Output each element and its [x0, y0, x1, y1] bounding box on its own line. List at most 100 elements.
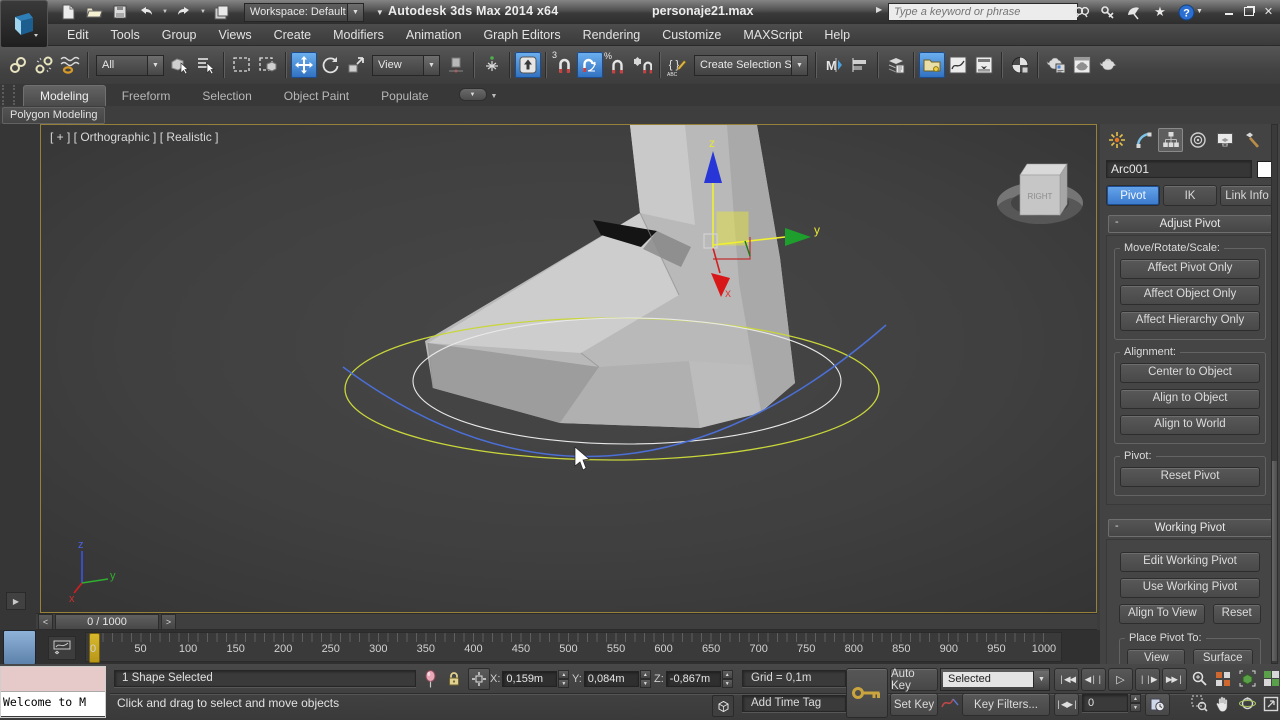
- center-to-object-button[interactable]: Center to Object: [1120, 363, 1260, 383]
- time-slider[interactable]: < 0 / 1000 >: [36, 613, 1097, 630]
- menu-item[interactable]: Modifiers: [322, 28, 395, 42]
- working-pivot-rollout-header[interactable]: - Working Pivot: [1108, 519, 1272, 537]
- subscription-key-icon[interactable]: [1098, 3, 1118, 21]
- menu-item[interactable]: Help: [813, 28, 861, 42]
- rollout-collapse-icon[interactable]: -: [1115, 216, 1119, 228]
- align-to-view-button[interactable]: Align To View: [1119, 604, 1206, 624]
- workspace-flyout-icon[interactable]: ▼: [376, 8, 384, 17]
- snaps-toggle-icon[interactable]: 3: [551, 50, 577, 78]
- listener-macro-row[interactable]: [1, 667, 105, 692]
- x-spinner[interactable]: ▲ ▼: [558, 670, 570, 688]
- maxscript-mini-listener[interactable]: Welcome to M: [0, 666, 106, 718]
- place-pivot-view-button[interactable]: View: [1127, 649, 1186, 664]
- ribbon-minimize-icon[interactable]: ▼: [458, 88, 487, 101]
- affect-object-only-button[interactable]: Affect Object Only: [1120, 285, 1260, 305]
- project-folder-icon[interactable]: [212, 3, 232, 21]
- maximize-viewport-toggle-icon[interactable]: [1260, 693, 1280, 714]
- add-time-tag-field[interactable]: Add Time Tag: [742, 695, 846, 712]
- infocenter-expand-icon[interactable]: ▶: [876, 5, 882, 14]
- redo-icon[interactable]: [174, 3, 194, 21]
- curve-editor-icon[interactable]: [945, 52, 971, 78]
- window-crossing-icon[interactable]: [255, 52, 281, 78]
- auto-key-button[interactable]: Auto Key: [890, 668, 938, 692]
- material-editor-icon[interactable]: [1007, 52, 1033, 78]
- select-object-icon[interactable]: [167, 52, 193, 78]
- menu-item[interactable]: Views: [207, 28, 262, 42]
- time-configuration-icon[interactable]: [1145, 693, 1170, 716]
- workspace-selector[interactable]: Workspace: Default ▼: [243, 2, 364, 22]
- set-keys-button[interactable]: [846, 668, 888, 718]
- viewport[interactable]: z y x RIGHT z y x [ + ] [ Orthographic ]…: [40, 124, 1097, 613]
- play-animation-icon[interactable]: ▷: [1108, 668, 1133, 691]
- mirror-icon[interactable]: M: [821, 52, 847, 78]
- gizmo-zy-plane-handle[interactable]: [716, 211, 749, 246]
- select-and-move-icon[interactable]: [291, 52, 317, 78]
- key-step-mode-icon[interactable]: ❘◀▶❘: [1054, 693, 1079, 716]
- ribbon-tab-selection[interactable]: Selection: [186, 86, 267, 106]
- use-working-pivot-button[interactable]: Use Working Pivot: [1120, 578, 1260, 598]
- timeline-ruler[interactable]: 0 50 100 150 200 250 300 350 400 450 500 550 600 650 7…: [85, 632, 1062, 663]
- render-setup-icon[interactable]: [1043, 52, 1069, 78]
- selection-lock-icon[interactable]: [444, 669, 464, 689]
- menu-item[interactable]: Tools: [100, 28, 151, 42]
- motion-tab-icon[interactable]: [1185, 128, 1210, 152]
- angle-snap-toggle-icon[interactable]: [577, 52, 603, 78]
- percent-snap-toggle-icon[interactable]: %: [603, 51, 629, 78]
- time-slider-handle[interactable]: 0 / 1000: [55, 613, 159, 630]
- z-spinner[interactable]: ▲ ▼: [721, 670, 733, 688]
- align-icon[interactable]: [847, 52, 873, 78]
- rectangular-selection-region-icon[interactable]: [229, 52, 255, 78]
- undo-dropdown-icon[interactable]: ▼: [162, 9, 168, 15]
- viewcube-top-face[interactable]: [1019, 163, 1068, 176]
- isolate-pin-icon[interactable]: [420, 669, 440, 689]
- next-frame-icon[interactable]: >: [161, 613, 176, 630]
- affect-pivot-only-button[interactable]: Affect Pivot Only: [1120, 259, 1260, 279]
- key-filters-button[interactable]: Key Filters...: [962, 693, 1050, 716]
- app-logo[interactable]: [0, 0, 48, 48]
- save-file-icon[interactable]: [110, 3, 130, 21]
- listener-corner-button[interactable]: [3, 630, 36, 665]
- ribbon-tab-populate[interactable]: Populate: [365, 86, 444, 106]
- menu-item[interactable]: Graph Editors: [472, 28, 571, 42]
- favorites-star-icon[interactable]: ★: [1150, 3, 1170, 21]
- next-frame-step-icon[interactable]: ❘❘▶: [1135, 668, 1160, 691]
- pan-hand-icon[interactable]: [1212, 693, 1234, 714]
- utilities-tab-icon[interactable]: [1239, 128, 1264, 152]
- object-name-field[interactable]: Arc001: [1106, 160, 1252, 178]
- go-to-start-icon[interactable]: ❘◀◀: [1054, 668, 1079, 691]
- zoom-extents-icon[interactable]: [1236, 668, 1258, 689]
- working-pivot-reset-button[interactable]: Reset: [1212, 604, 1261, 624]
- open-file-icon[interactable]: [84, 3, 104, 21]
- select-and-rotate-icon[interactable]: [317, 52, 343, 78]
- reset-pivot-button[interactable]: Reset Pivot: [1120, 467, 1260, 487]
- display-tab-icon[interactable]: [1212, 128, 1237, 152]
- hierarchy-tab-icon[interactable]: [1158, 128, 1183, 152]
- ribbon-tab-modeling[interactable]: Modeling: [23, 85, 106, 106]
- rollout-collapse-icon[interactable]: -: [1115, 520, 1119, 532]
- reference-coordinate-system-dropdown[interactable]: View ▼: [372, 54, 440, 76]
- redo-dropdown-icon[interactable]: ▼: [200, 9, 206, 15]
- y-coordinate-field[interactable]: 0,084m: [583, 671, 639, 687]
- select-by-name-icon[interactable]: [193, 52, 219, 78]
- render-production-icon[interactable]: [1095, 52, 1121, 78]
- listener-output-row[interactable]: Welcome to M: [1, 692, 105, 716]
- pivot-mode-button[interactable]: Pivot: [1106, 185, 1160, 206]
- menu-item[interactable]: Rendering: [572, 28, 652, 42]
- y-spinner[interactable]: ▲ ▼: [639, 670, 651, 688]
- select-and-link-icon[interactable]: [5, 52, 31, 78]
- open-mini-curve-editor-icon[interactable]: [48, 636, 76, 660]
- x-coordinate-field[interactable]: 0,159m: [502, 671, 558, 687]
- bind-to-space-warp-icon[interactable]: [57, 52, 83, 78]
- select-and-scale-icon[interactable]: [343, 52, 369, 78]
- align-to-object-button[interactable]: Align to Object: [1120, 389, 1260, 409]
- absolute-offset-mode-icon[interactable]: [468, 668, 490, 690]
- menu-item[interactable]: Animation: [395, 28, 473, 42]
- align-to-world-button[interactable]: Align to World: [1120, 415, 1260, 435]
- menu-item[interactable]: MAXScript: [732, 28, 813, 42]
- menu-item[interactable]: Create: [263, 28, 323, 42]
- current-frame-field[interactable]: 0: [1082, 694, 1128, 712]
- go-to-end-icon[interactable]: ▶▶❘: [1162, 668, 1187, 691]
- viewport-label[interactable]: [ + ] [ Orthographic ] [ Realistic ]: [50, 130, 218, 144]
- ribbon-grip[interactable]: [2, 85, 15, 105]
- spinner-snap-toggle-icon[interactable]: [629, 52, 655, 78]
